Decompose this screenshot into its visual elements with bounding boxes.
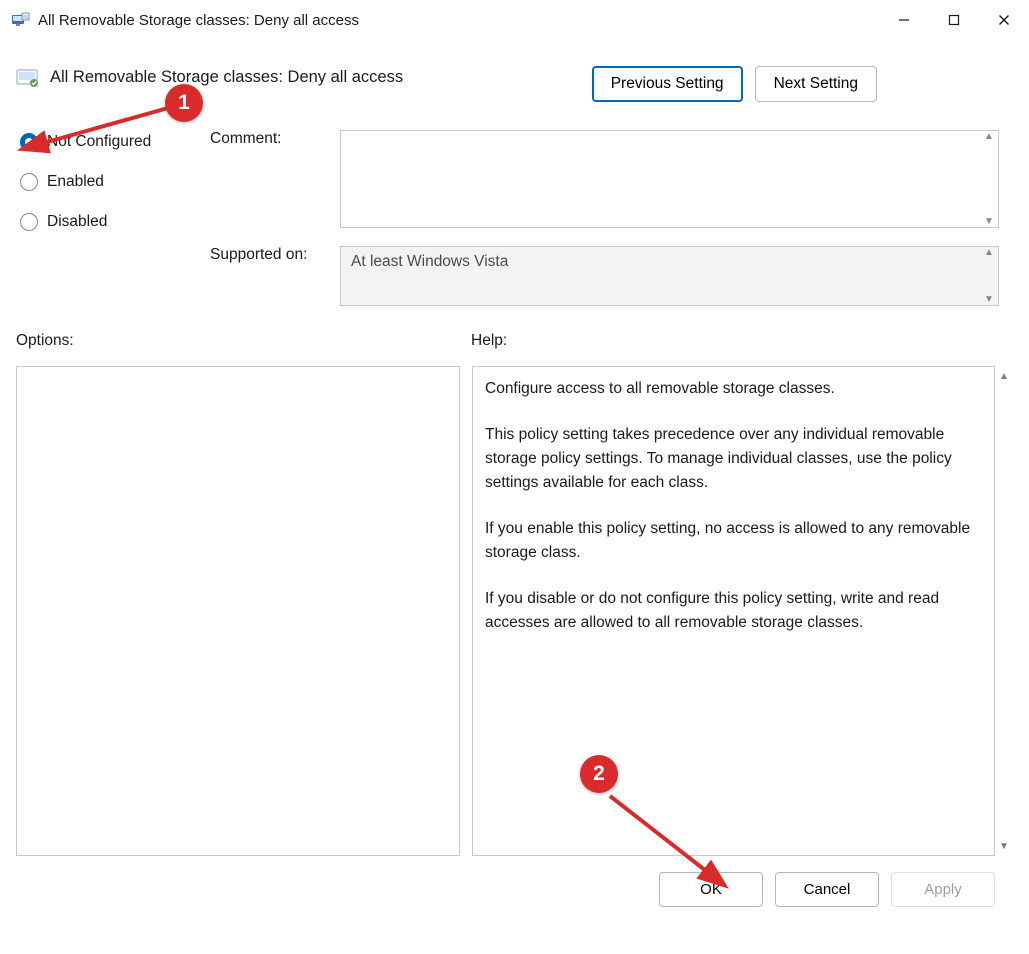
radio-circle-icon xyxy=(20,213,38,231)
maximize-button[interactable] xyxy=(929,0,979,40)
help-paragraph: Configure access to all removable storag… xyxy=(485,377,982,401)
comment-spin: ▲ ▼ xyxy=(980,131,998,227)
options-label: Options: xyxy=(16,332,471,350)
comment-textarea[interactable]: ▲ ▼ xyxy=(340,130,999,228)
supported-on-field: At least Windows Vista ▲ ▼ xyxy=(340,246,999,306)
comment-label: Comment: xyxy=(210,130,282,148)
radio-label: Disabled xyxy=(47,213,107,231)
chevron-up-icon[interactable]: ▲ xyxy=(980,247,998,276)
supported-spin: ▲ ▼ xyxy=(980,247,998,305)
supported-row: Supported on: At least Windows Vista ▲ ▼ xyxy=(210,246,1003,306)
help-label: Help: xyxy=(471,332,507,350)
chevron-up-icon[interactable]: ▲ xyxy=(995,366,1013,386)
chevron-down-icon[interactable]: ▼ xyxy=(995,836,1013,856)
chevron-up-icon[interactable]: ▲ xyxy=(980,131,998,179)
radio-label: Enabled xyxy=(47,173,104,191)
radio-enabled[interactable]: Enabled xyxy=(20,173,210,191)
annotation-arrow-2 xyxy=(600,790,740,890)
window-title: All Removable Storage classes: Deny all … xyxy=(38,12,879,29)
policy-icon xyxy=(16,67,40,91)
policy-title: All Removable Storage classes: Deny all … xyxy=(50,66,592,87)
close-button[interactable] xyxy=(979,0,1029,40)
cancel-button[interactable]: Cancel xyxy=(775,872,879,907)
dialog-body: All Removable Storage classes: Deny all … xyxy=(0,40,1029,954)
supported-label: Supported on: xyxy=(210,246,307,264)
nav-buttons: Previous Setting Next Setting xyxy=(592,66,877,102)
chevron-down-icon[interactable]: ▼ xyxy=(980,276,998,305)
minimize-button[interactable] xyxy=(879,0,929,40)
options-panel xyxy=(16,366,460,856)
annotation-arrow-1 xyxy=(28,96,188,156)
chevron-down-icon[interactable]: ▼ xyxy=(980,179,998,227)
radio-disabled[interactable]: Disabled xyxy=(20,213,210,231)
help-scrollbar[interactable]: ▲ ▼ xyxy=(995,366,1013,856)
next-setting-button[interactable]: Next Setting xyxy=(755,66,877,102)
policy-dialog: All Removable Storage classes: Deny all … xyxy=(0,0,1029,954)
state-radio-group: Not Configured Enabled Disabled xyxy=(20,130,210,306)
apply-button[interactable]: Apply xyxy=(891,872,995,907)
titlebar: All Removable Storage classes: Deny all … xyxy=(0,0,1029,40)
supported-on-value: At least Windows Vista xyxy=(351,253,508,270)
help-paragraph: If you enable this policy setting, no ac… xyxy=(485,517,982,565)
annotation-marker-1: 1 xyxy=(165,84,203,122)
panels: Configure access to all removable storag… xyxy=(12,366,1017,856)
radio-circle-icon xyxy=(20,173,38,191)
comment-block: Comment: ▲ ▼ Supported on: At least Wind… xyxy=(210,130,1003,306)
section-labels: Options: Help: xyxy=(12,332,1017,350)
help-panel: Configure access to all removable storag… xyxy=(472,366,995,856)
policy-app-icon xyxy=(10,10,30,30)
annotation-marker-2: 2 xyxy=(580,755,618,793)
help-paragraph: If you disable or do not configure this … xyxy=(485,587,982,635)
help-wrap: Configure access to all removable storag… xyxy=(472,366,1013,856)
help-paragraph: This policy setting takes precedence ove… xyxy=(485,423,982,495)
previous-setting-button[interactable]: Previous Setting xyxy=(592,66,743,102)
dialog-footer: OK Cancel Apply xyxy=(12,856,1017,907)
